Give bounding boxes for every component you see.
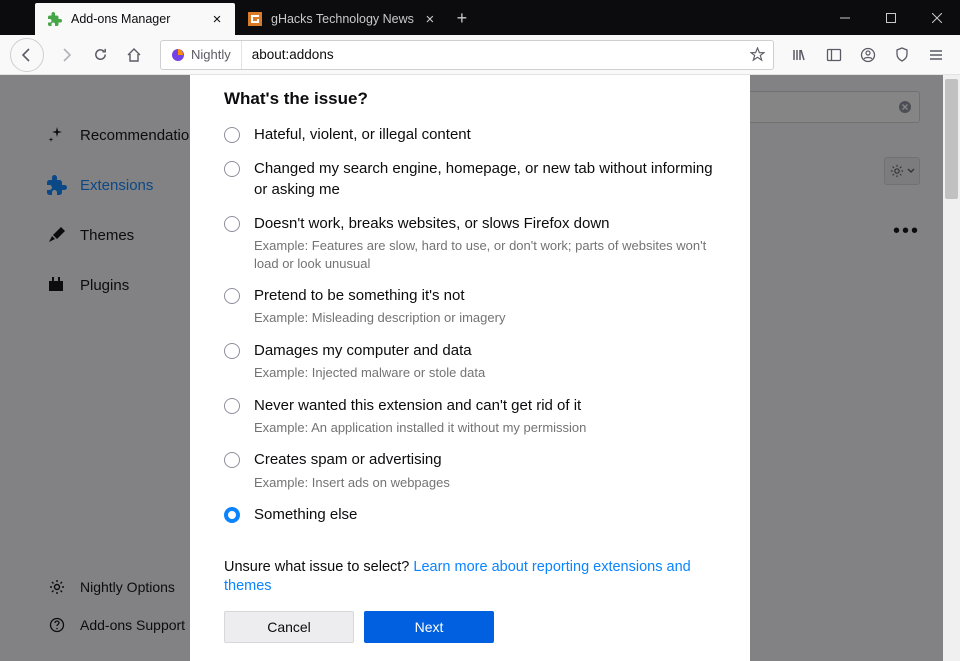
report-option-4[interactable]: Damages my computer and data Example: Inj… (224, 341, 716, 382)
window-minimize[interactable] (822, 0, 868, 35)
next-button[interactable]: Next (364, 611, 494, 643)
option-label: Doesn't work, breaks websites, or slows … (254, 214, 716, 234)
option-label: Never wanted this extension and can't ge… (254, 396, 586, 416)
option-label: Pretend to be something it's not (254, 286, 505, 306)
nav-back[interactable] (10, 38, 44, 72)
firefox-icon (171, 48, 185, 62)
report-option-5[interactable]: Never wanted this extension and can't ge… (224, 396, 716, 437)
report-option-2[interactable]: Doesn't work, breaks websites, or slows … (224, 214, 716, 272)
puzzle-icon (47, 11, 63, 27)
radio-icon (224, 452, 240, 468)
report-option-7[interactable]: Something else (224, 505, 716, 525)
modal-heading: What's the issue? (224, 89, 716, 109)
nav-home[interactable] (118, 39, 150, 71)
radio-icon (224, 127, 240, 143)
close-icon[interactable]: × (422, 11, 438, 27)
option-example: Example: Insert ads on webpages (254, 474, 450, 492)
tab-addons-manager[interactable]: Add-ons Manager × (35, 3, 235, 35)
identity-label: Nightly (191, 47, 231, 62)
sidebar-icon[interactable] (818, 39, 850, 71)
new-tab-button[interactable]: + (448, 4, 476, 32)
option-label: Something else (254, 505, 357, 525)
radio-icon (224, 216, 240, 232)
option-label: Hateful, violent, or illegal content (254, 125, 471, 145)
option-label: Damages my computer and data (254, 341, 485, 361)
option-label: Changed my search engine, homepage, or n… (254, 159, 716, 200)
unsure-text: Unsure what issue to select? Learn more … (224, 558, 716, 597)
nav-forward[interactable] (50, 39, 82, 71)
radio-icon (224, 288, 240, 304)
option-example: Example: Features are slow, hard to use,… (254, 237, 716, 272)
tab-ghacks[interactable]: gHacks Technology News × (235, 3, 448, 35)
library-icon[interactable] (784, 39, 816, 71)
report-option-1[interactable]: Changed my search engine, homepage, or n… (224, 159, 716, 200)
close-icon[interactable]: × (209, 11, 225, 27)
ghacks-favicon (247, 11, 263, 27)
window-maximize[interactable] (868, 0, 914, 35)
option-example: Example: An application installed it wit… (254, 419, 586, 437)
shield-icon[interactable] (886, 39, 918, 71)
report-option-3[interactable]: Pretend to be something it's not Example:… (224, 286, 716, 327)
option-example: Example: Misleading description or image… (254, 309, 505, 327)
radio-icon (224, 343, 240, 359)
report-option-0[interactable]: Hateful, violent, or illegal content (224, 125, 716, 145)
scrollbar[interactable] (943, 75, 960, 661)
scrollbar-thumb[interactable] (945, 79, 958, 199)
option-example: Example: Injected malware or stole data (254, 364, 485, 382)
radio-icon (224, 507, 240, 523)
address-text: about:addons (242, 47, 741, 62)
radio-icon (224, 161, 240, 177)
url-bar[interactable]: Nightly about:addons (160, 40, 774, 70)
window-close[interactable] (914, 0, 960, 35)
tab-title: gHacks Technology News (271, 12, 414, 26)
identity-box[interactable]: Nightly (161, 41, 242, 69)
option-label: Creates spam or advertising (254, 450, 450, 470)
nav-reload[interactable] (84, 39, 116, 71)
report-modal: What's the issue? Hateful, violent, or i… (190, 75, 750, 661)
report-option-6[interactable]: Creates spam or advertising Example: Inse… (224, 450, 716, 491)
radio-icon (224, 398, 240, 414)
account-icon[interactable] (852, 39, 884, 71)
cancel-button[interactable]: Cancel (224, 611, 354, 643)
bookmark-star-icon[interactable] (741, 47, 773, 62)
menu-icon[interactable] (920, 39, 952, 71)
tab-title: Add-ons Manager (71, 12, 201, 26)
